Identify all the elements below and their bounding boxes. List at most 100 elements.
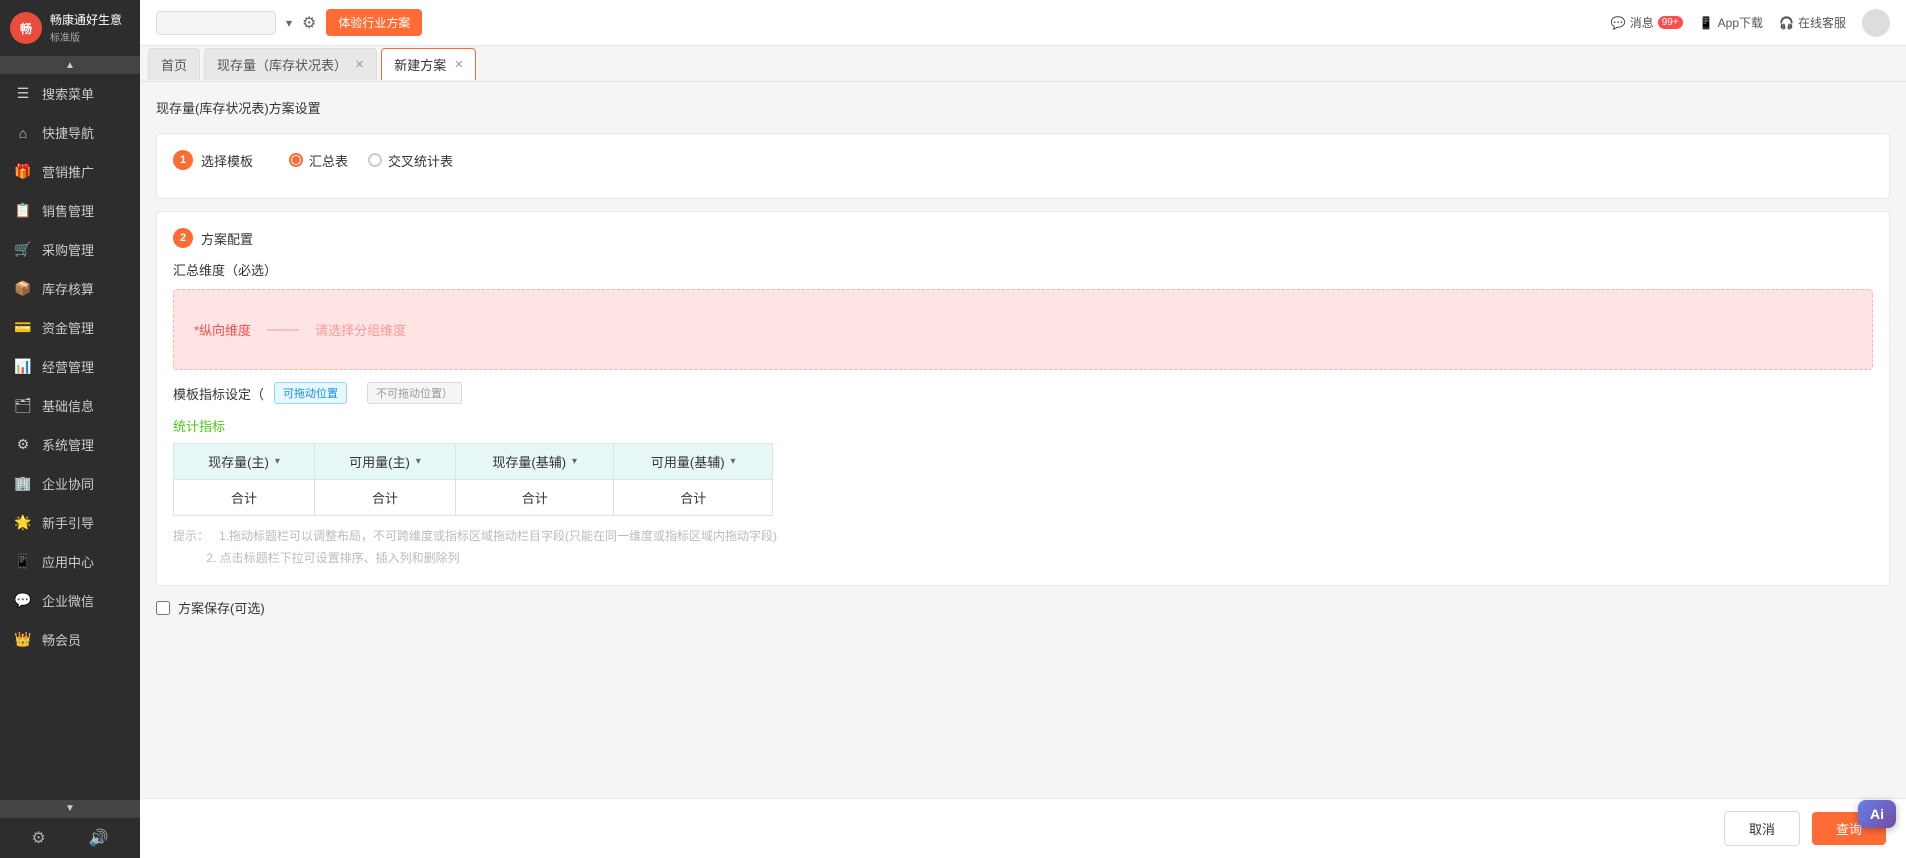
action-bar: 取消 查询	[140, 798, 1906, 858]
guide-icon: 🌟	[14, 514, 32, 532]
tab-inventory-label: 现存量（库存状况表）	[217, 55, 347, 74]
radio-summary-label: 汇总表	[309, 151, 348, 170]
online-service-label: 在线客服	[1798, 14, 1846, 31]
trial-button[interactable]: 体验行业方案	[326, 9, 422, 36]
sidebar-nav: ☰ 搜索菜单 ⌂ 快捷导航 🎁 营销推广 📋 销售管理 🛒 采购管理 📦 库存核…	[0, 74, 140, 800]
content-area: 现存量(库存状况表)方案设置 1 选择模板 汇总表 交叉统计表	[140, 82, 1906, 798]
save-option-row[interactable]: 方案保存(可选)	[156, 598, 1890, 617]
step1-badge: 1	[173, 150, 193, 170]
home-icon: ⌂	[14, 124, 32, 142]
topbar-left: ▾ ⚙ 体验行业方案	[156, 9, 422, 36]
finance-icon: 💳	[14, 319, 32, 337]
th-label: 可用量(基辅)	[651, 452, 725, 471]
gift-icon: 🎁	[14, 163, 32, 181]
sidebar-item-label: 应用中心	[42, 552, 94, 571]
radio-summary-inner	[292, 156, 300, 164]
purchase-icon: 🛒	[14, 241, 32, 259]
dimension-label: 汇总维度（必选）	[173, 260, 1873, 279]
th-available-main[interactable]: 可用量(主) ▾	[314, 444, 455, 480]
sidebar-item-basic-info[interactable]: 🗂 基础信息	[0, 386, 140, 425]
stats-label: 统计指标	[173, 416, 1873, 435]
topbar-right: 💬 消息 99+ 📱 App下载 🎧 在线客服	[1611, 9, 1890, 37]
step2-section: 2 方案配置 汇总维度（必选） *纵向维度 —— 请选择分组维度 模板指标设定（…	[156, 211, 1890, 586]
sidebar-item-quick-nav[interactable]: ⌂ 快捷导航	[0, 113, 140, 152]
basic-info-icon: 🗂	[14, 397, 32, 415]
dim-arrow-icon: ——	[267, 321, 299, 339]
cancel-button[interactable]: 取消	[1724, 811, 1800, 846]
app-name-block: 畅康通好生意 标准版	[50, 12, 122, 44]
gear-icon[interactable]: ⚙	[302, 13, 316, 33]
settings-icon[interactable]: ⚙	[31, 828, 45, 848]
dim-required-label: *纵向维度	[194, 320, 251, 339]
phone-icon: 📱	[1699, 16, 1714, 30]
step1-header: 1 选择模板 汇总表 交叉统计表	[173, 150, 1873, 170]
message-button[interactable]: 💬 消息 99+	[1611, 14, 1683, 31]
th-current-aux[interactable]: 现存量(基辅) ▾	[455, 444, 614, 480]
sidebar-item-inventory[interactable]: 📦 库存核算	[0, 269, 140, 308]
indicator-setting-row: 模板指标设定（ 可拖动位置 不可拖动位置）	[173, 382, 1873, 404]
radio-cross[interactable]: 交叉统计表	[368, 151, 453, 170]
sales-icon: 📋	[14, 202, 32, 220]
sidebar-scroll-down[interactable]: ▼	[0, 800, 140, 817]
sidebar-item-app-center[interactable]: 📱 应用中心	[0, 542, 140, 581]
tab-new-close-icon[interactable]: ✕	[454, 58, 463, 71]
tab-new-plan[interactable]: 新建方案 ✕	[381, 48, 476, 80]
page-title: 现存量(库存状况表)方案设置	[156, 98, 1890, 117]
th-available-aux[interactable]: 可用量(基辅) ▾	[614, 444, 773, 480]
sidebar-item-new-guide[interactable]: 🌟 新手引导	[0, 503, 140, 542]
app-download-button[interactable]: 📱 App下载	[1699, 14, 1763, 31]
sidebar-item-system[interactable]: ⚙ 系统管理	[0, 425, 140, 464]
avatar[interactable]	[1862, 9, 1890, 37]
sidebar-logo: 畅 畅康通好生意 标准版	[0, 0, 140, 57]
search-menu-icon: ☰	[14, 85, 32, 103]
tab-new-label: 新建方案	[394, 55, 446, 74]
message-badge: 99+	[1658, 16, 1683, 29]
tabbar: 首页 现存量（库存状况表） ✕ 新建方案 ✕	[140, 46, 1906, 82]
online-service-button[interactable]: 🎧 在线客服	[1779, 14, 1846, 31]
save-option-label: 方案保存(可选)	[178, 598, 265, 617]
sidebar-item-operation[interactable]: 📊 经营管理	[0, 347, 140, 386]
sidebar-item-enterprise[interactable]: 🏢 企业协同	[0, 464, 140, 503]
tab-home[interactable]: 首页	[148, 48, 200, 80]
dropdown-icon[interactable]: ▾	[286, 16, 292, 30]
app-download-label: App下载	[1718, 14, 1763, 31]
sidebar-item-search-menu[interactable]: ☰ 搜索菜单	[0, 74, 140, 113]
tab-inventory-status[interactable]: 现存量（库存状况表） ✕	[204, 48, 377, 80]
sidebar-item-label: 企业微信	[42, 591, 94, 610]
enterprise-icon: 🏢	[14, 475, 32, 493]
th-label: 现存量(基辅)	[492, 452, 566, 471]
speaker-icon[interactable]: 🔊	[89, 828, 109, 848]
sidebar-footer: ⚙ 🔊	[0, 817, 140, 858]
radio-summary[interactable]: 汇总表	[289, 151, 348, 170]
member-icon: 👑	[14, 631, 32, 649]
sidebar-item-member[interactable]: 👑 畅会员	[0, 620, 140, 659]
sidebar-item-purchase[interactable]: 🛒 采购管理	[0, 230, 140, 269]
step2-header: 2 方案配置	[173, 228, 1873, 248]
message-icon: 💬	[1611, 16, 1626, 30]
sidebar-item-label: 采购管理	[42, 240, 94, 259]
wechat-icon: 💬	[14, 592, 32, 610]
cell-total-1: 合计	[174, 480, 315, 516]
tab-inventory-close-icon[interactable]: ✕	[355, 58, 364, 71]
sidebar-item-sales[interactable]: 📋 销售管理	[0, 191, 140, 230]
sidebar-item-finance[interactable]: 💳 资金管理	[0, 308, 140, 347]
sidebar-scroll-up[interactable]: ▲	[0, 57, 140, 74]
indicator-table: 现存量(主) ▾ 可用量(主) ▾ 现存量(基辅	[173, 443, 773, 516]
th-label: 可用量(主)	[349, 452, 410, 471]
dimension-box[interactable]: *纵向维度 —— 请选择分组维度	[173, 289, 1873, 370]
operation-icon: 📊	[14, 358, 32, 376]
tips-block: 提示： 1.拖动标题栏可以调整布局，不可跨维度或指标区域拖动栏目字段(只能在同一…	[173, 526, 1873, 569]
radio-cross-circle	[368, 153, 382, 167]
sidebar-item-label: 畅会员	[42, 630, 81, 649]
th-current-main[interactable]: 现存量(主) ▾	[174, 444, 315, 480]
sidebar-item-marketing[interactable]: 🎁 营销推广	[0, 152, 140, 191]
app-logo-icon: 畅	[10, 12, 42, 44]
save-checkbox[interactable]	[156, 601, 170, 615]
ai-float-button[interactable]: Ai	[1858, 800, 1896, 828]
dim-placeholder: 请选择分组维度	[315, 320, 406, 339]
not-draggable-tag: 不可拖动位置）	[367, 382, 462, 404]
step1-title: 选择模板	[201, 151, 253, 170]
search-input[interactable]	[156, 11, 276, 35]
sidebar-item-wechat[interactable]: 💬 企业微信	[0, 581, 140, 620]
sidebar-item-label: 销售管理	[42, 201, 94, 220]
